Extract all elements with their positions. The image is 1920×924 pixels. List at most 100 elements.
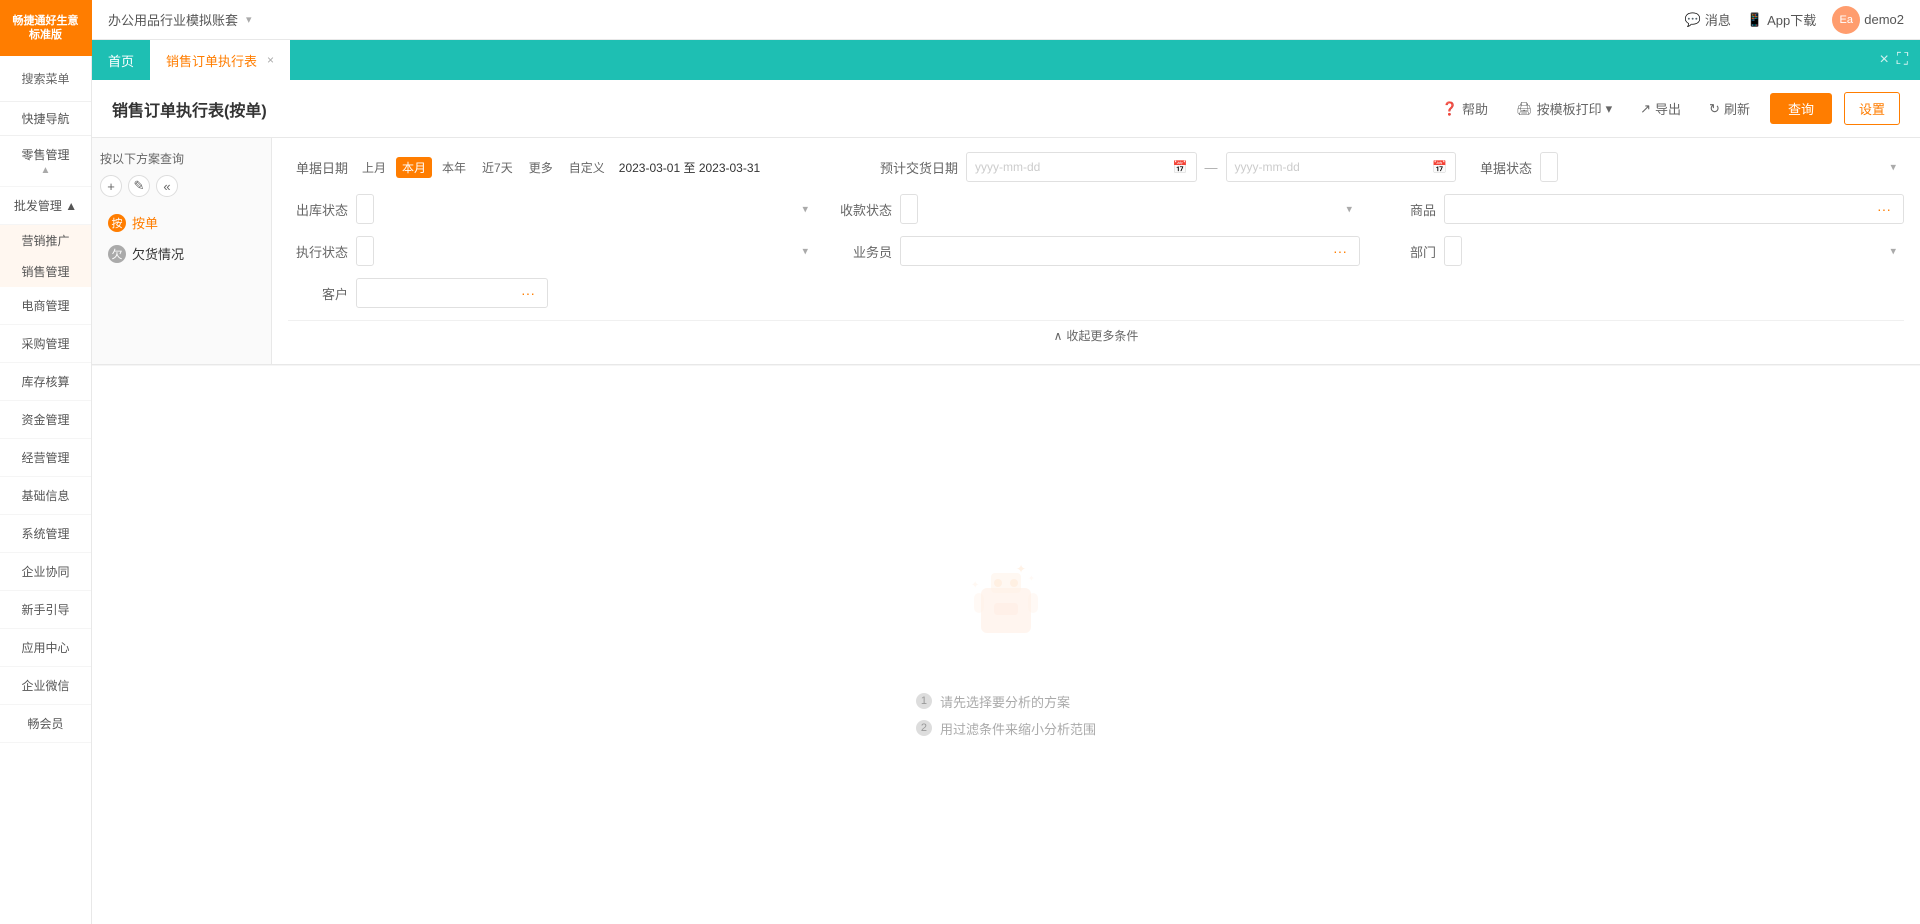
page-header: 销售订单执行表(按单) ❓ 帮助 🖨 按模板打印 ▾ ↗ 导出 ↻ 刷新: [92, 80, 1920, 138]
sidebar-search-section: 搜索菜单: [0, 56, 91, 102]
tab-sales-order[interactable]: 销售订单执行表 ×: [150, 40, 290, 80]
scheme-item-1[interactable]: 欠 欠货情况: [100, 238, 263, 269]
calendar-start-icon[interactable]: 📅: [1173, 160, 1188, 174]
sidebar-item-ecommerce[interactable]: 电商管理: [0, 287, 91, 325]
expected-date-field: 预计交货日期 yyyy-mm-dd 📅 — yyyy-mm-dd 📅: [880, 152, 1456, 182]
topbar: 办公用品行业模拟账套 ▾ 💬 消息 📱 App下载 Ea demo2: [92, 0, 1920, 40]
topbar-dropdown-icon[interactable]: ▾: [246, 13, 252, 26]
date-shortcut-last-month[interactable]: 上月: [356, 157, 392, 178]
goods-ellipsis-icon[interactable]: ···: [1873, 201, 1895, 217]
sidebar-item-inventory[interactable]: 库存核算: [0, 363, 91, 401]
goods-label: 商品: [1376, 200, 1436, 219]
shipment-status-field: 出库状态 ▾: [288, 194, 816, 224]
sidebar-item-retail-label: 零售管理: [21, 146, 69, 163]
doc-status-dropdown-icon: ▾: [1890, 161, 1896, 174]
maximize-window-icon[interactable]: ⛶: [1897, 51, 1908, 69]
sidebar: 畅捷通好生意 标准版 搜索菜单 快捷导航 零售管理 ▲ 批发管理 ▲ 营销推广 …: [0, 0, 92, 924]
dept-field: 部门 ▾: [1376, 236, 1904, 266]
sidebar-item-operations[interactable]: 经营管理: [0, 439, 91, 477]
doc-status-field: 单据状态 ▾: [1472, 152, 1904, 182]
quick-nav-button[interactable]: 快捷导航: [0, 102, 91, 136]
tab-close-icon[interactable]: ×: [267, 53, 274, 67]
sidebar-item-system[interactable]: 系统管理: [0, 515, 91, 553]
close-window-icon[interactable]: ×: [1879, 51, 1888, 69]
tip-num-2: 2: [916, 720, 932, 736]
edit-scheme-button[interactable]: ✎: [128, 175, 150, 197]
date-label: 单据日期: [288, 158, 348, 177]
exec-status-select-wrapper: ▾: [356, 236, 816, 266]
sidebar-item-finance[interactable]: 资金管理: [0, 401, 91, 439]
empty-illustration: ✦ ✦ ✦: [956, 553, 1056, 653]
date-shortcut-custom[interactable]: 自定义: [563, 157, 611, 178]
user-profile[interactable]: Ea demo2: [1832, 6, 1904, 34]
help-button[interactable]: ❓ 帮助: [1434, 95, 1496, 122]
shipment-dropdown-icon: ▾: [802, 203, 808, 216]
print-dropdown-icon[interactable]: ▾: [1606, 101, 1613, 117]
dept-select[interactable]: [1444, 236, 1462, 266]
expected-date-end[interactable]: yyyy-mm-dd 📅: [1226, 152, 1457, 182]
exec-status-select[interactable]: [356, 236, 374, 266]
customer-ellipsis-icon[interactable]: ···: [517, 285, 539, 301]
date-shortcut-more[interactable]: 更多: [523, 157, 559, 178]
print-label: 按模板打印: [1537, 99, 1602, 118]
tab-home[interactable]: 首页: [92, 40, 150, 80]
filter-row-2: 出库状态 ▾ 收款状态: [288, 194, 1904, 224]
refresh-button[interactable]: ↻ 刷新: [1701, 95, 1758, 122]
expected-date-label: 预计交货日期: [880, 158, 958, 177]
sidebar-item-retail[interactable]: 零售管理 ▲: [0, 136, 91, 187]
export-button[interactable]: ↗ 导出: [1632, 95, 1689, 122]
date-shortcut-7days[interactable]: 近7天: [476, 157, 519, 178]
app-download-button[interactable]: 📱 App下载: [1747, 10, 1816, 29]
header-actions: ❓ 帮助 🖨 按模板打印 ▾ ↗ 导出 ↻ 刷新 查询 设置: [1434, 92, 1900, 125]
payment-status-select-wrapper: ▾: [900, 194, 1360, 224]
tabbar-right-actions: × ⛶: [1879, 51, 1920, 69]
salesperson-field: 业务员 ···: [832, 236, 1360, 266]
chevron-down-icon: ▲: [41, 165, 51, 176]
empty-tip-2: 2 用过滤条件来缩小分析范围: [916, 719, 1096, 738]
shipment-status-select[interactable]: [356, 194, 374, 224]
add-scheme-button[interactable]: +: [100, 175, 122, 197]
filter-fields: 单据日期 上月 本月 本年 近7天 更多 自定义 2023-03-01 至 20…: [272, 138, 1920, 364]
payment-dropdown-icon: ▾: [1346, 203, 1352, 216]
sidebar-item-wechat[interactable]: 企业微信: [0, 667, 91, 705]
scheme-item-0[interactable]: 按 按单: [100, 207, 263, 238]
sidebar-item-basics[interactable]: 基础信息: [0, 477, 91, 515]
date-range-display: 2023-03-01 至 2023-03-31: [619, 159, 864, 176]
collapse-filter-button[interactable]: ∧ 收起更多条件: [288, 320, 1904, 350]
main-content: 办公用品行业模拟账套 ▾ 💬 消息 📱 App下载 Ea demo2 首页: [92, 0, 1920, 924]
salesperson-ellipsis-icon[interactable]: ···: [1329, 243, 1351, 259]
topbar-company-title: 办公用品行业模拟账套: [108, 10, 238, 29]
print-button[interactable]: 🖨 按模板打印 ▾: [1508, 95, 1620, 122]
sidebar-sub-item-marketing[interactable]: 营销推广: [0, 225, 91, 256]
sidebar-item-enterprise[interactable]: 企业协同: [0, 553, 91, 591]
app-download-label: App下载: [1767, 10, 1816, 29]
logo-text: 畅捷通好生意: [13, 14, 79, 28]
export-label: 导出: [1655, 99, 1681, 118]
message-button[interactable]: 💬 消息: [1685, 10, 1731, 29]
date-separator: —: [1205, 160, 1218, 175]
payment-status-select[interactable]: [900, 194, 918, 224]
collapse-scheme-button[interactable]: «: [156, 175, 178, 197]
help-icon: ❓: [1442, 101, 1458, 117]
expected-date-start[interactable]: yyyy-mm-dd 📅: [966, 152, 1197, 182]
date-shortcut-this-month[interactable]: 本月: [396, 157, 432, 178]
sidebar-item-onboarding[interactable]: 新手引导: [0, 591, 91, 629]
sidebar-item-purchase[interactable]: 采购管理: [0, 325, 91, 363]
print-icon: 🖨: [1516, 101, 1533, 117]
doc-status-select[interactable]: [1540, 152, 1558, 182]
search-menu-button[interactable]: 搜索菜单: [6, 64, 85, 93]
query-button[interactable]: 查询: [1770, 93, 1832, 124]
sidebar-item-apps[interactable]: 应用中心: [0, 629, 91, 667]
date-shortcut-this-year[interactable]: 本年: [436, 157, 472, 178]
exec-status-label: 执行状态: [288, 242, 348, 261]
calendar-end-icon[interactable]: 📅: [1432, 160, 1447, 174]
settings-button[interactable]: 设置: [1844, 92, 1900, 125]
logo-subtext: 标准版: [29, 28, 62, 42]
sidebar-item-wholesale[interactable]: 批发管理 ▲: [0, 187, 91, 225]
dept-label: 部门: [1376, 242, 1436, 261]
expected-date-end-placeholder: yyyy-mm-dd: [1235, 160, 1300, 174]
sidebar-item-members[interactable]: 畅会员: [0, 705, 91, 743]
dept-select-wrapper: ▾: [1444, 236, 1904, 266]
message-label: 消息: [1705, 10, 1731, 29]
sidebar-sub-item-sales[interactable]: 销售管理: [0, 256, 91, 287]
